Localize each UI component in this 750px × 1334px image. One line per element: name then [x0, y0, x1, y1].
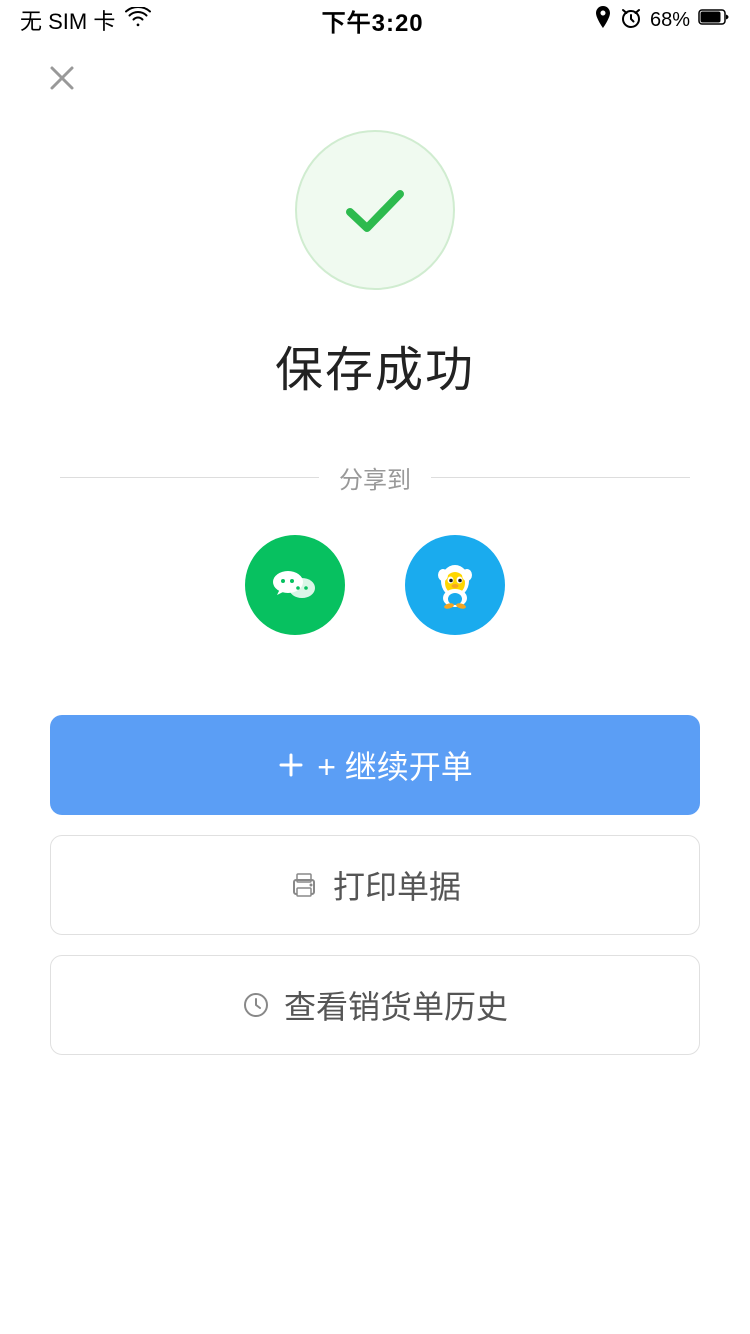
print-button[interactable]: 打印单据: [50, 835, 700, 935]
main-content: 保存成功 分享到: [0, 40, 750, 1055]
sim-label: 无 SIM 卡: [20, 4, 115, 36]
share-qq-button[interactable]: [405, 535, 505, 635]
share-icons-row: [245, 535, 505, 635]
checkmark-icon: [335, 170, 415, 250]
status-left: 无 SIM 卡: [20, 4, 151, 36]
action-buttons: + 继续开单 打印单据 查看销货单历史: [0, 715, 750, 1055]
success-icon-circle: [295, 130, 455, 290]
continue-label: + 继续开单: [317, 742, 473, 788]
status-time: 下午3:20: [322, 3, 424, 38]
close-button[interactable]: [40, 56, 84, 100]
qq-icon: [425, 555, 485, 615]
plus-icon: [277, 751, 305, 779]
status-bar: 无 SIM 卡 下午3:20 68%: [0, 0, 750, 40]
battery-icon: [698, 8, 730, 32]
wechat-icon: [265, 555, 325, 615]
share-label: 分享到: [319, 460, 431, 495]
battery-percent: 68%: [650, 9, 690, 32]
share-divider: 分享到: [0, 460, 750, 495]
success-title: 保存成功: [275, 330, 475, 400]
share-wechat-button[interactable]: [245, 535, 345, 635]
location-icon: [594, 6, 612, 34]
alarm-icon: [620, 6, 642, 34]
status-right: 68%: [594, 6, 730, 34]
clock-icon: [242, 991, 270, 1019]
printer-icon: [289, 871, 319, 899]
print-label: 打印单据: [333, 862, 461, 908]
history-button[interactable]: 查看销货单历史: [50, 955, 700, 1055]
divider-line-left: [60, 477, 319, 478]
divider-line-right: [431, 477, 690, 478]
history-label: 查看销货单历史: [284, 982, 508, 1028]
wifi-icon: [125, 7, 151, 33]
continue-button[interactable]: + 继续开单: [50, 715, 700, 815]
